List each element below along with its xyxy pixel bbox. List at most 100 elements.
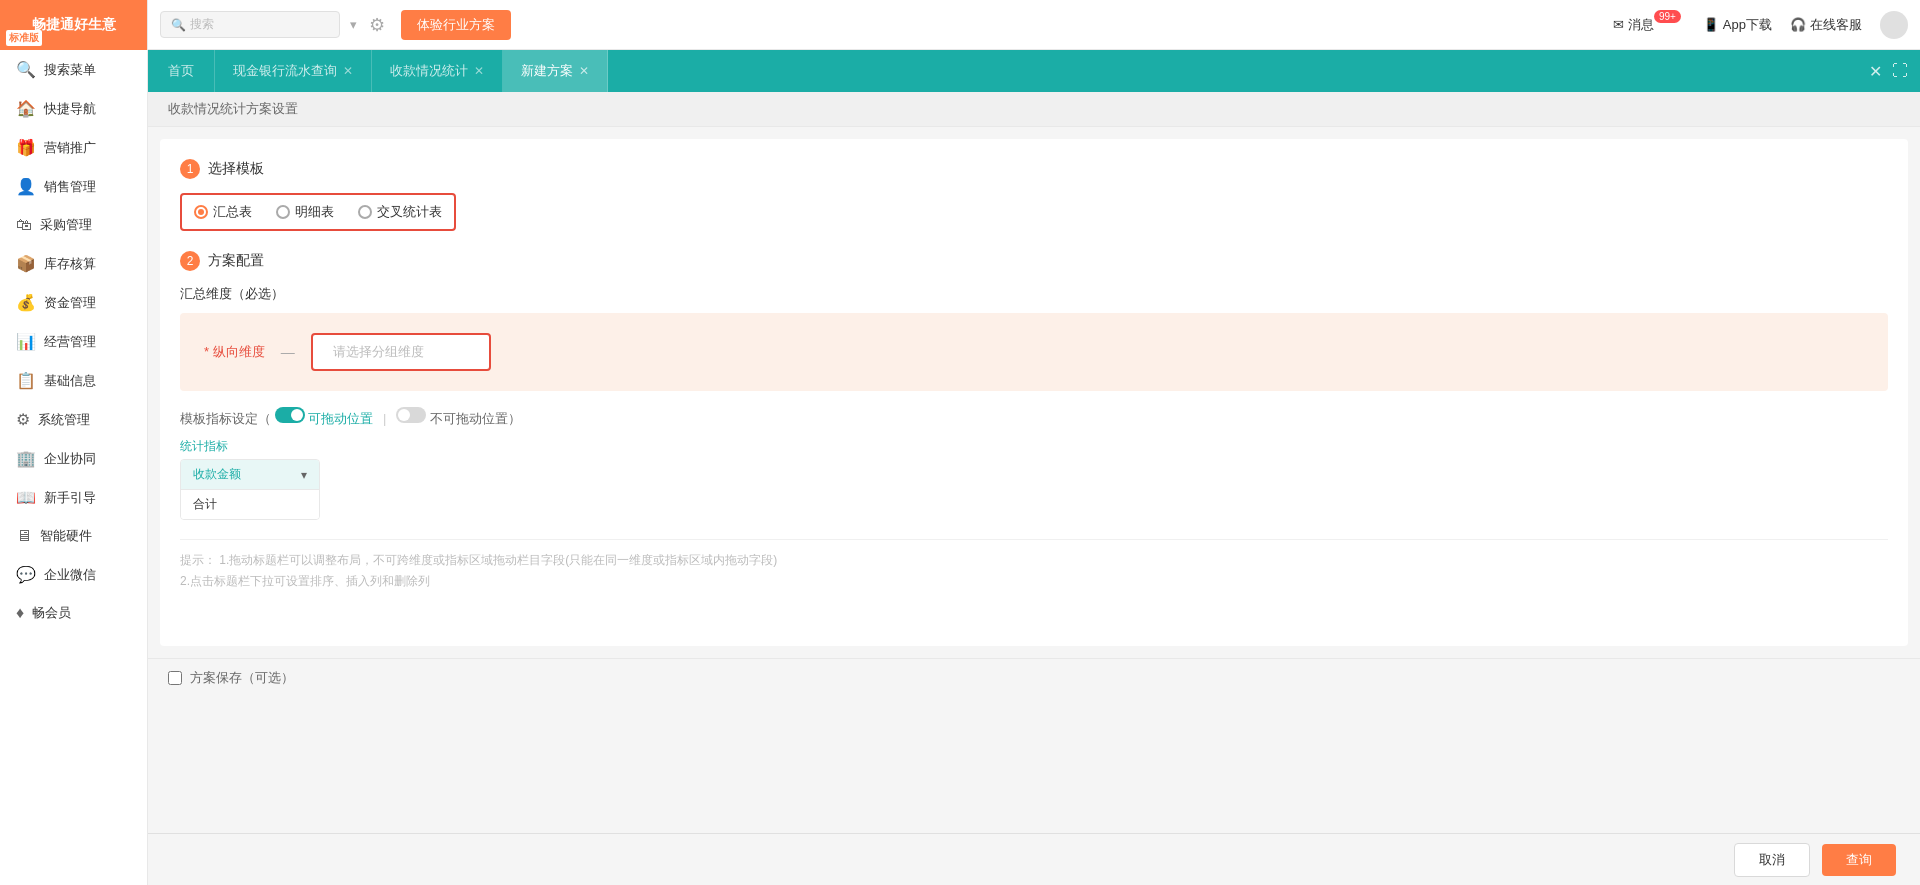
app-download-item[interactable]: 📱 App下载 <box>1703 16 1772 34</box>
indicator-header: 模板指标设定（ 可拖动位置 | 不可拖动位置） <box>180 407 1888 428</box>
sidebar-item-marketing[interactable]: 🎁 营销推广 <box>0 128 147 167</box>
sidebar-item-system[interactable]: ⚙ 系统管理 <box>0 400 147 439</box>
message-item[interactable]: ✉ 消息 99+ <box>1613 16 1685 34</box>
tips-section: 提示： 1.拖动标题栏可以调整布局，不可跨维度或指标区域拖动栏目字段(只能在同一… <box>180 539 1888 606</box>
tab-new-plan-close[interactable]: ✕ <box>579 64 589 78</box>
search-menu-icon: 🔍 <box>16 60 36 79</box>
indicator-dropdown-icon[interactable]: ▾ <box>301 468 307 482</box>
step2-number: 2 <box>180 251 200 271</box>
sidebar-item-member[interactable]: ♦ 畅会员 <box>0 594 147 632</box>
purchase-icon: 🛍 <box>16 216 32 234</box>
sidebar-item-label: 采购管理 <box>40 216 92 234</box>
sidebar-item-enterprise[interactable]: 🏢 企业协同 <box>0 439 147 478</box>
sales-icon: 👤 <box>16 177 36 196</box>
vertical-dimension-label: * 纵向维度 <box>204 343 265 361</box>
indicator-section: 模板指标设定（ 可拖动位置 | 不可拖动位置） <box>180 407 1888 523</box>
tab-receivable-stats[interactable]: 收款情况统计 ✕ <box>372 50 503 92</box>
sidebar-item-label: 快捷导航 <box>44 100 96 118</box>
save-checkbox-label: 方案保存（可选） <box>190 669 294 687</box>
hardware-icon: 🖥 <box>16 527 32 545</box>
sidebar-item-inventory[interactable]: 📦 库存核算 <box>0 244 147 283</box>
marketing-icon: 🎁 <box>16 138 36 157</box>
search-icon: 🔍 <box>171 18 186 32</box>
step2-header: 2 方案配置 <box>180 251 1888 271</box>
tip-line-1: 提示： 1.拖动标题栏可以调整布局，不可跨维度或指标区域拖动栏目字段(只能在同一… <box>180 552 1888 569</box>
sidebar-item-label: 基础信息 <box>44 372 96 390</box>
search-box[interactable]: 🔍 搜索 <box>160 11 340 38</box>
page-footer: 方案保存（可选） <box>148 658 1920 697</box>
indicator-table: 收款金额 ▾ 合计 <box>180 459 320 520</box>
message-label: 消息 <box>1628 16 1654 34</box>
step1-header: 1 选择模板 <box>180 159 1888 179</box>
dimension-input[interactable]: 请选择分组维度 <box>311 333 491 371</box>
sidebar-item-hardware[interactable]: 🖥 智能硬件 <box>0 517 147 555</box>
dimension-arrow-icon: — <box>281 344 295 360</box>
sidebar-item-purchase[interactable]: 🛍 采购管理 <box>0 206 147 244</box>
tab-receivable-stats-close[interactable]: ✕ <box>474 64 484 78</box>
app-logo: 畅捷通好生意 标准版 <box>0 0 147 50</box>
indicator-table-row: 合计 <box>181 490 319 519</box>
online-service-icon: 🎧 <box>1790 17 1806 32</box>
tabbar-expand-icon[interactable]: ⛶ <box>1892 62 1908 80</box>
sidebar-item-label: 搜索菜单 <box>44 61 96 79</box>
bottom-bar: 取消 查询 <box>148 833 1920 885</box>
tab-bank-flow-close[interactable]: ✕ <box>343 64 353 78</box>
indicator-table-area: 统计指标 <box>180 438 1888 459</box>
main-area: 🔍 搜索 ▾ ⚙ 体验行业方案 ✉ 消息 99+ 📱 App下载 🎧 在线客服 <box>148 0 1920 885</box>
sidebar-item-guide[interactable]: 📖 新手引导 <box>0 478 147 517</box>
tab-bank-flow[interactable]: 现金银行流水查询 ✕ <box>215 50 372 92</box>
sidebar-item-label: 系统管理 <box>38 411 90 429</box>
sidebar-item-sales[interactable]: 👤 销售管理 <box>0 167 147 206</box>
radio-cross-label: 交叉统计表 <box>377 203 442 221</box>
user-avatar[interactable] <box>1880 11 1908 39</box>
sidebar-item-label: 经营管理 <box>44 333 96 351</box>
tab-new-plan-label: 新建方案 <box>521 62 573 80</box>
sidebar-item-search-menu[interactable]: 🔍 搜索菜单 <box>0 50 147 89</box>
radio-summary-label: 汇总表 <box>213 203 252 221</box>
settings-icon[interactable]: ⚙ <box>369 14 385 36</box>
topbar-dropdown-arrow[interactable]: ▾ <box>350 17 357 32</box>
radio-summary[interactable]: 汇总表 <box>194 203 252 221</box>
search-placeholder-text: 搜索 <box>190 16 214 33</box>
query-button[interactable]: 查询 <box>1822 844 1896 876</box>
tab-bank-flow-label: 现金银行流水查询 <box>233 62 337 80</box>
finance-icon: 💰 <box>16 293 36 312</box>
sidebar-item-label: 智能硬件 <box>40 527 92 545</box>
radio-detail-circle <box>276 205 290 219</box>
step1-title: 选择模板 <box>208 160 264 178</box>
topbar: 🔍 搜索 ▾ ⚙ 体验行业方案 ✉ 消息 99+ 📱 App下载 🎧 在线客服 <box>148 0 1920 50</box>
form-container: 1 选择模板 汇总表 明细表 交叉统计表 <box>160 139 1908 646</box>
save-checkbox[interactable] <box>168 671 182 685</box>
online-service-item[interactable]: 🎧 在线客服 <box>1790 16 1862 34</box>
radio-detail[interactable]: 明细表 <box>276 203 334 221</box>
step2-title: 方案配置 <box>208 252 264 270</box>
sidebar-item-base-info[interactable]: 📋 基础信息 <box>0 361 147 400</box>
operations-icon: 📊 <box>16 332 36 351</box>
radio-cross[interactable]: 交叉统计表 <box>358 203 442 221</box>
tab-home[interactable]: 首页 <box>148 50 215 92</box>
indicator-stats-label: 统计指标 <box>180 438 228 455</box>
sidebar-item-wechat[interactable]: 💬 企业微信 <box>0 555 147 594</box>
tab-home-label: 首页 <box>168 62 194 80</box>
page-header: 收款情况统计方案设置 <box>148 92 1920 127</box>
cancel-button[interactable]: 取消 <box>1734 843 1810 877</box>
sidebar-item-finance[interactable]: 💰 资金管理 <box>0 283 147 322</box>
tabbar-close-icon[interactable]: ✕ <box>1869 62 1882 81</box>
guide-icon: 📖 <box>16 488 36 507</box>
breadcrumb: 收款情况统计方案设置 <box>168 101 298 116</box>
sidebar-item-label: 新手引导 <box>44 489 96 507</box>
dimension-title: 汇总维度（必选） <box>180 285 1888 303</box>
app-name: 畅捷通好生意 <box>32 16 116 34</box>
indicator-column-header: 收款金额 <box>193 466 241 483</box>
sidebar-item-operations[interactable]: 📊 经营管理 <box>0 322 147 361</box>
non-draggable-toggle[interactable] <box>396 407 426 423</box>
sidebar-item-quick-nav[interactable]: 🏠 快捷导航 <box>0 89 147 128</box>
sidebar-item-label: 畅会员 <box>32 604 71 622</box>
tab-new-plan[interactable]: 新建方案 ✕ <box>503 50 608 92</box>
trial-button[interactable]: 体验行业方案 <box>401 10 511 40</box>
system-icon: ⚙ <box>16 410 30 429</box>
draggable-toggle[interactable] <box>275 407 305 423</box>
indicator-table-header: 收款金额 ▾ <box>181 460 319 490</box>
base-info-icon: 📋 <box>16 371 36 390</box>
sidebar-item-label: 企业协同 <box>44 450 96 468</box>
